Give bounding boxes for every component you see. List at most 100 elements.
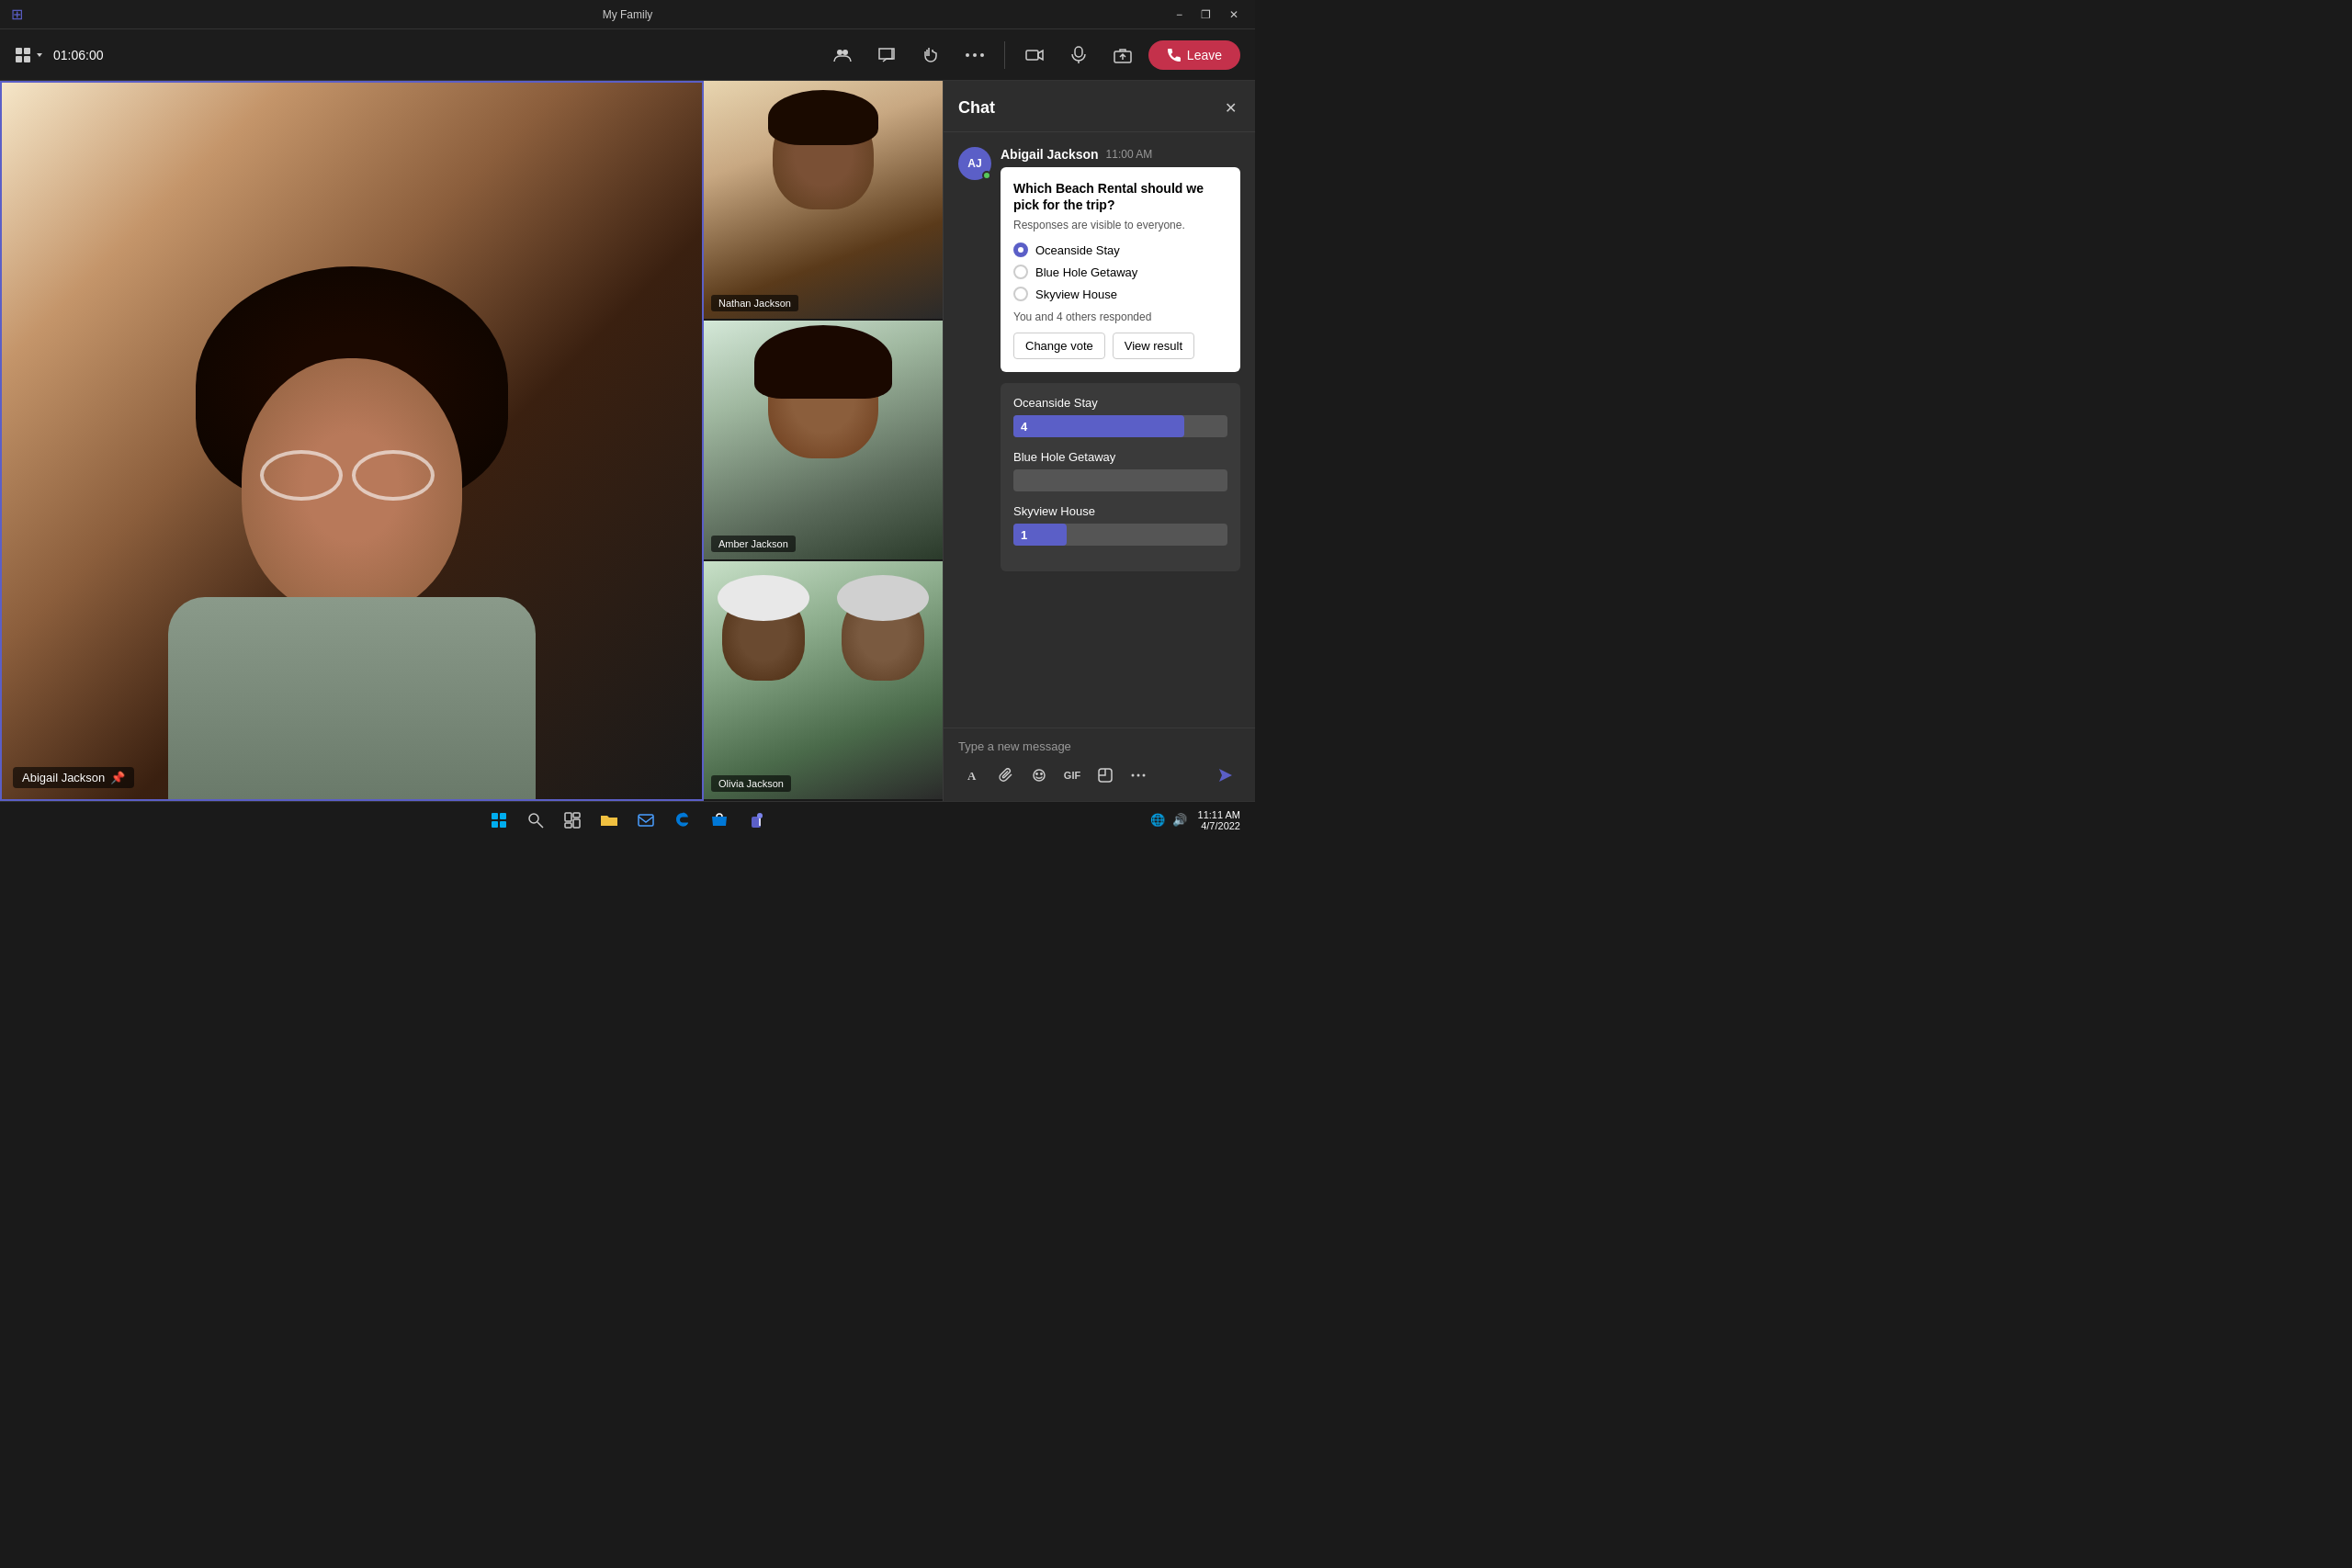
volume-icon: 🔊 bbox=[1172, 813, 1187, 827]
avatar-status bbox=[982, 171, 991, 180]
app-icon: ⊞ bbox=[11, 6, 23, 23]
share-icon bbox=[1114, 47, 1132, 63]
result-bar-fill-1 bbox=[1013, 469, 1021, 491]
svg-line-23 bbox=[537, 822, 543, 828]
sidebar-video-2: Olivia Jackson bbox=[704, 561, 943, 801]
poll-option-0[interactable]: Oceanside Stay bbox=[1013, 243, 1227, 257]
message-content: Abigail Jackson 11:00 AM Which Beach Ren… bbox=[1001, 147, 1240, 571]
task-view-button[interactable] bbox=[560, 807, 585, 833]
store-button[interactable] bbox=[707, 807, 732, 833]
leave-label: Leave bbox=[1187, 48, 1222, 62]
mail-icon bbox=[638, 814, 654, 827]
sidebar-hair-2b bbox=[837, 575, 929, 621]
sidebar-participant-name-0: Nathan Jackson bbox=[718, 298, 791, 309]
more-chat-button[interactable] bbox=[1124, 761, 1153, 790]
sidebar-hair-1 bbox=[754, 325, 892, 399]
toolbar-right: Leave bbox=[824, 37, 1240, 73]
body-shape bbox=[168, 597, 536, 799]
file-explorer-icon bbox=[600, 813, 618, 828]
format-button[interactable]: A bbox=[958, 761, 988, 790]
minimize-button[interactable]: − bbox=[1170, 6, 1188, 23]
result-bar-bg-2: 1 bbox=[1013, 524, 1227, 546]
sidebar-video-bg-2 bbox=[704, 561, 943, 799]
more-options-button[interactable] bbox=[956, 37, 993, 73]
svg-rect-28 bbox=[639, 815, 653, 826]
store-icon bbox=[711, 812, 728, 829]
result-label-0: Oceanside Stay bbox=[1013, 396, 1227, 410]
svg-point-5 bbox=[837, 50, 842, 55]
camera-icon bbox=[1025, 48, 1044, 62]
svg-point-20 bbox=[1137, 774, 1140, 777]
change-vote-button[interactable]: Change vote bbox=[1013, 333, 1105, 359]
sidebar-video-1: Amber Jackson bbox=[704, 321, 943, 560]
send-button[interactable] bbox=[1211, 761, 1240, 790]
poll-option-label-0: Oceanside Stay bbox=[1035, 243, 1120, 257]
participants-button[interactable] bbox=[824, 37, 861, 73]
face-shape bbox=[242, 358, 462, 615]
taskbar-clock: 11:11 AM 4/7/2022 bbox=[1198, 809, 1240, 831]
taskbar-right: 🌐 🔊 11:11 AM 4/7/2022 bbox=[1150, 809, 1240, 831]
raise-hand-button[interactable] bbox=[912, 37, 949, 73]
meeting-timer: 01:06:00 bbox=[53, 48, 104, 62]
leave-button[interactable]: Leave bbox=[1148, 40, 1240, 70]
view-result-button[interactable]: View result bbox=[1113, 333, 1194, 359]
mic-button[interactable] bbox=[1060, 37, 1097, 73]
network-icon: 🌐 bbox=[1150, 813, 1165, 827]
chat-close-button[interactable]: ✕ bbox=[1221, 96, 1240, 120]
chat-toolbar: A GIF bbox=[958, 761, 1240, 790]
windows-icon bbox=[492, 813, 506, 828]
file-explorer-button[interactable] bbox=[596, 807, 622, 833]
share-button[interactable] bbox=[1104, 37, 1141, 73]
svg-rect-10 bbox=[1026, 51, 1038, 60]
window-controls: − ❐ ✕ bbox=[1170, 6, 1244, 23]
poll-question: Which Beach Rental should we pick for th… bbox=[1013, 180, 1227, 213]
layout-button[interactable] bbox=[15, 47, 44, 63]
message-row: AJ Abigail Jackson 11:00 AM Which Beach … bbox=[958, 147, 1240, 571]
edge-button[interactable] bbox=[670, 807, 695, 833]
gif-button[interactable]: GIF bbox=[1057, 761, 1087, 790]
mic-icon bbox=[1071, 46, 1086, 64]
gif-label: GIF bbox=[1064, 770, 1080, 781]
search-taskbar-button[interactable] bbox=[523, 807, 548, 833]
sticker-icon bbox=[1098, 768, 1113, 783]
chat-input-area: Type a new message A bbox=[944, 728, 1255, 801]
poll-option-1[interactable]: Blue Hole Getaway bbox=[1013, 265, 1227, 279]
title-bar: ⊞ My Family − ❐ ✕ bbox=[0, 0, 1255, 29]
meeting-toolbar: 01:06:00 bbox=[0, 29, 1255, 81]
attach-button[interactable] bbox=[991, 761, 1021, 790]
result-item-2: Skyview House 1 bbox=[1013, 504, 1227, 546]
radio-bluehole[interactable] bbox=[1013, 265, 1028, 279]
svg-text:A: A bbox=[967, 769, 977, 783]
more-icon bbox=[966, 53, 984, 57]
sidebar-hair-2a bbox=[718, 575, 809, 621]
sticker-button[interactable] bbox=[1091, 761, 1120, 790]
poll-option-2[interactable]: Skyview House bbox=[1013, 287, 1227, 301]
main-video-nametag: Abigail Jackson 📌 bbox=[13, 767, 134, 788]
emoji-button[interactable] bbox=[1024, 761, 1054, 790]
chat-header: Chat ✕ bbox=[944, 81, 1255, 132]
mail-button[interactable] bbox=[633, 807, 659, 833]
radio-oceanside[interactable] bbox=[1013, 243, 1028, 257]
svg-point-9 bbox=[980, 53, 984, 57]
close-button[interactable]: ✕ bbox=[1224, 6, 1244, 23]
chat-button[interactable] bbox=[868, 37, 905, 73]
main-video-placeholder bbox=[2, 83, 702, 799]
person-silhouette bbox=[122, 248, 582, 799]
result-bar-bg-0: 4 bbox=[1013, 415, 1227, 437]
svg-rect-1 bbox=[24, 48, 30, 54]
dropdown-icon bbox=[35, 51, 44, 60]
svg-point-6 bbox=[842, 50, 848, 55]
edge-icon bbox=[674, 812, 691, 829]
attach-icon bbox=[999, 768, 1013, 783]
maximize-button[interactable]: ❐ bbox=[1195, 6, 1216, 23]
radio-skyview[interactable] bbox=[1013, 287, 1028, 301]
svg-point-30 bbox=[757, 813, 763, 818]
sidebar-nametag-0: Nathan Jackson bbox=[711, 295, 798, 311]
svg-point-21 bbox=[1143, 774, 1146, 777]
results-card: Oceanside Stay 4 Blue Hole Getaway bbox=[1001, 383, 1240, 571]
toolbar-left: 01:06:00 bbox=[15, 47, 104, 63]
teams-button[interactable] bbox=[743, 807, 769, 833]
camera-button[interactable] bbox=[1016, 37, 1053, 73]
svg-rect-0 bbox=[16, 48, 22, 54]
start-button[interactable] bbox=[486, 807, 512, 833]
